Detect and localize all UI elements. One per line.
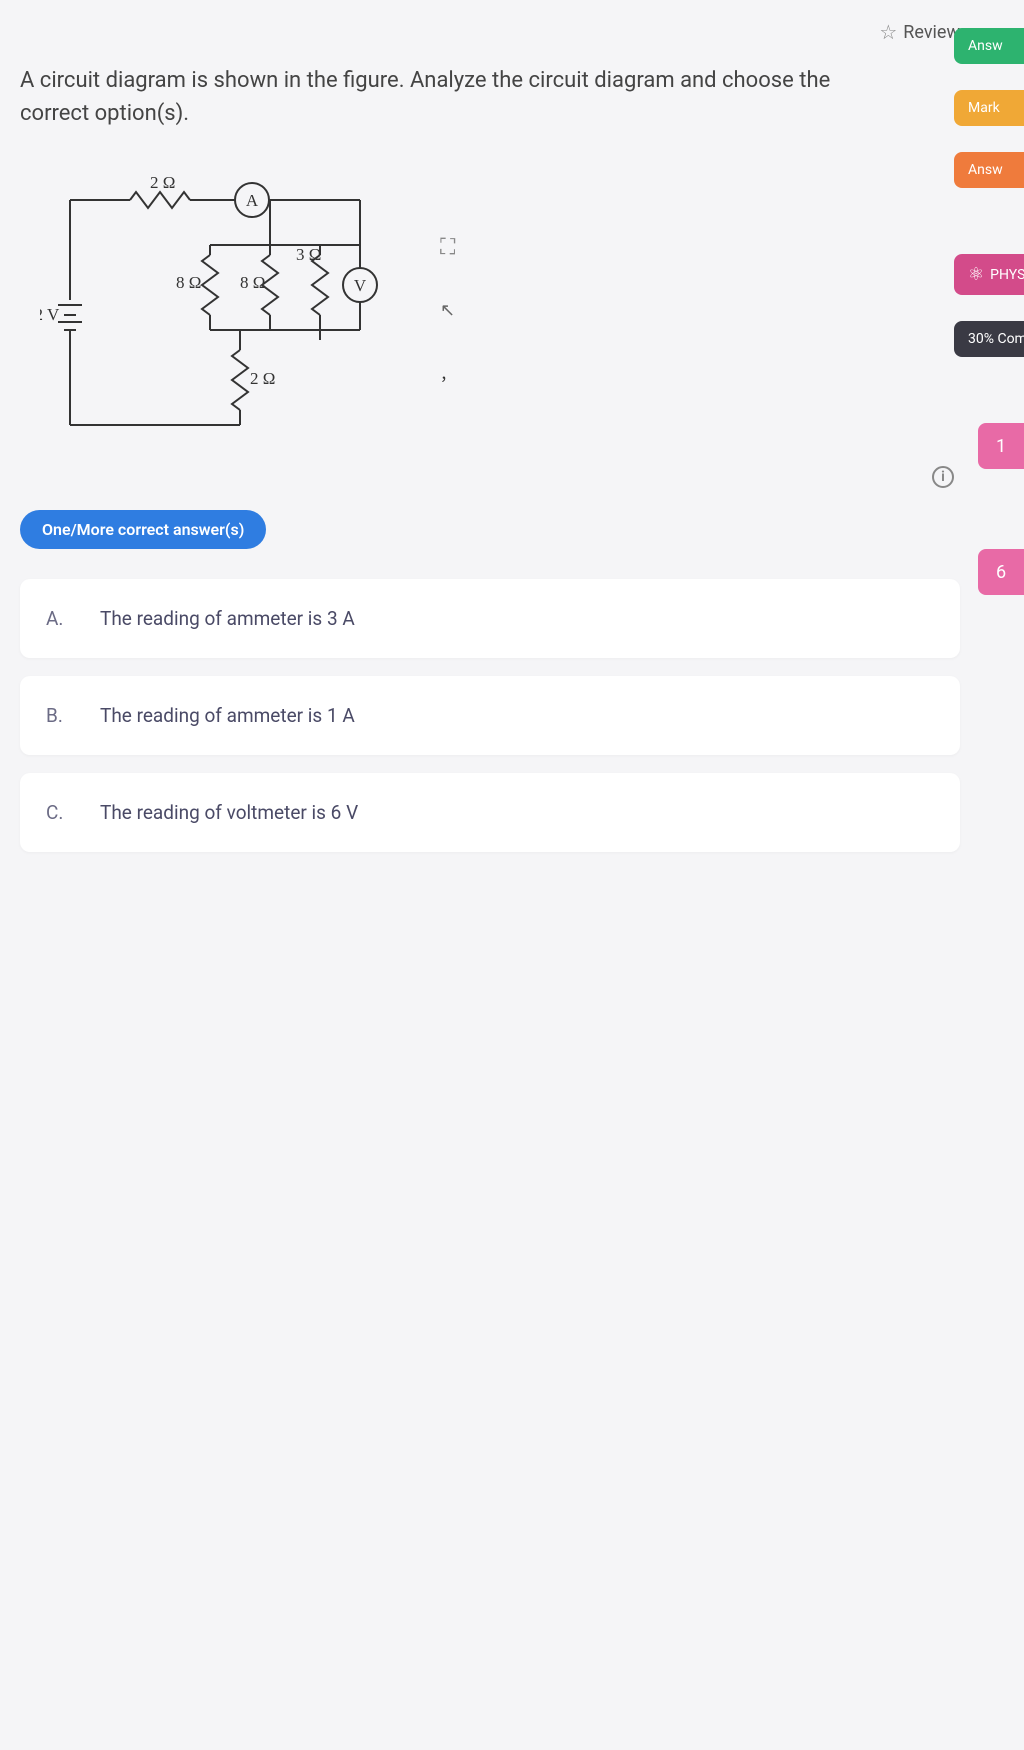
option-b[interactable]: B. The reading of ammeter is 1 A [20, 676, 960, 755]
edge-marked[interactable]: Mark [954, 90, 1024, 126]
edge-progress: 30% Complete [954, 321, 1024, 357]
svg-text:V: V [354, 276, 367, 295]
edge-answered[interactable]: Answ [954, 28, 1024, 64]
info-icon[interactable]: i [932, 466, 954, 488]
pointer-icon: ↖ [440, 300, 456, 321]
question-text: A circuit diagram is shown in the figure… [20, 64, 840, 130]
svg-text:3 Ω: 3 Ω [296, 245, 321, 264]
edge-answered2[interactable]: Answ [954, 152, 1024, 188]
svg-text:12 V: 12 V [40, 305, 60, 324]
option-letter: A. [46, 607, 70, 630]
option-text: The reading of ammeter is 3 A [100, 607, 355, 630]
option-text: The reading of voltmeter is 6 V [100, 801, 358, 824]
option-c[interactable]: C. The reading of voltmeter is 6 V [20, 773, 960, 852]
option-letter: C. [46, 801, 70, 824]
edge-subject-physics[interactable]: ⚛ PHYS [954, 254, 1024, 295]
expand-icon[interactable]: ⛶ [440, 235, 456, 260]
svg-text:8 Ω: 8 Ω [176, 273, 201, 292]
svg-text:A: A [246, 191, 259, 210]
option-a[interactable]: A. The reading of ammeter is 3 A [20, 579, 960, 658]
answer-type-badge: One/More correct answer(s) [20, 510, 266, 549]
svg-text:2 Ω: 2 Ω [250, 369, 275, 388]
circuit-diagram: 2 Ω A 3 Ω V 8 Ω 8 Ω 2 Ω 12 V [40, 170, 400, 450]
star-icon: ☆ [879, 20, 897, 44]
option-letter: B. [46, 704, 70, 727]
svg-text:2 Ω: 2 Ω [150, 173, 175, 192]
atom-icon: ⚛ [968, 264, 984, 285]
right-edge-panel: Answ Mark Answ ⚛ PHYS 30% Complete 1 6 [954, 0, 1024, 1750]
edge-qnum-6[interactable]: 6 [978, 549, 1024, 595]
svg-text:8 Ω: 8 Ω [240, 273, 265, 292]
option-text: The reading of ammeter is 1 A [100, 704, 355, 727]
review-label[interactable]: Review [903, 22, 960, 43]
edge-qnum-1[interactable]: 1 [978, 423, 1024, 469]
